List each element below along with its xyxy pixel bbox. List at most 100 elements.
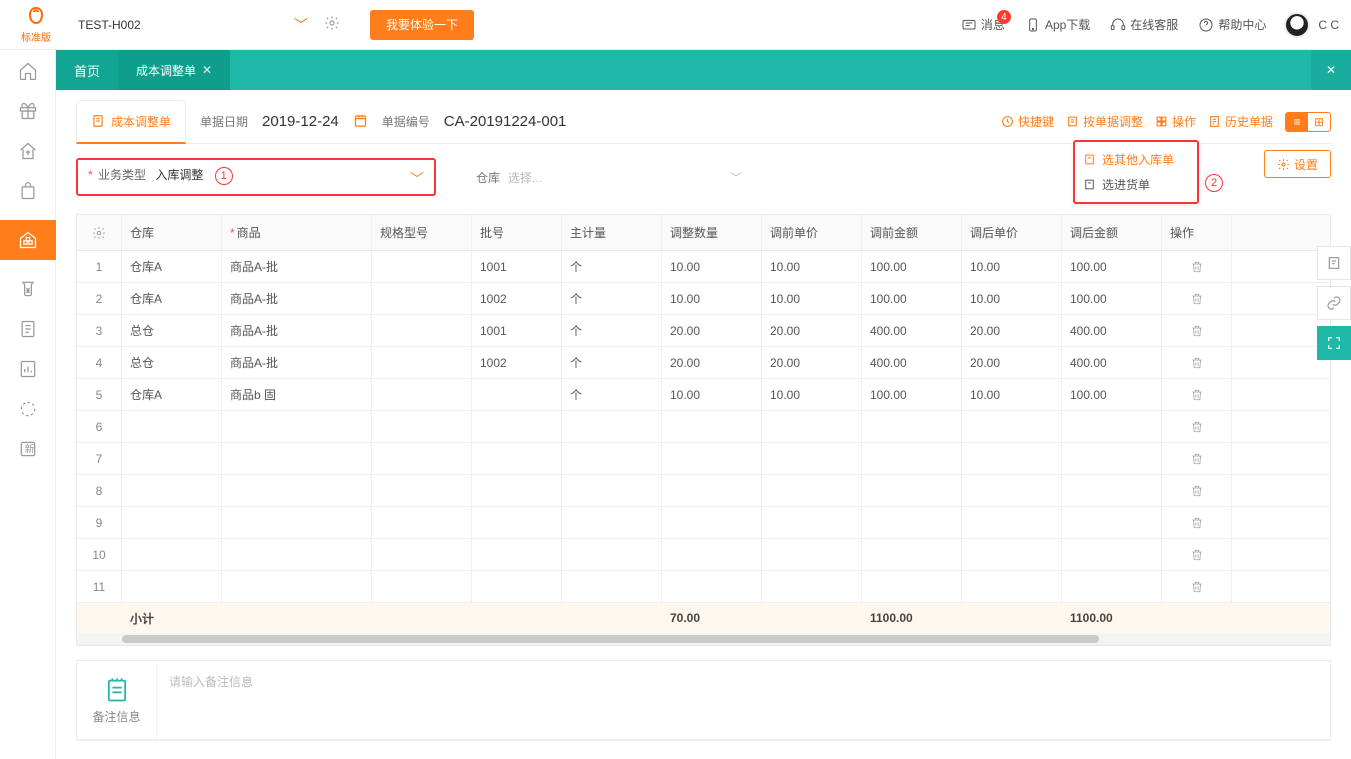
delete-row-icon[interactable] (1162, 347, 1232, 378)
col-header: 规格型号 (372, 215, 472, 250)
download-button[interactable]: App下载 (1025, 16, 1090, 33)
edition-label: 标准版 (21, 29, 51, 44)
messages-button[interactable]: 消息 4 (961, 16, 1005, 33)
nav-home-icon[interactable] (17, 60, 39, 82)
table-row[interactable]: 7 (77, 443, 1330, 475)
delete-row-icon[interactable] (1162, 507, 1232, 538)
nav-bag-icon[interactable] (17, 180, 39, 202)
grid-config-icon[interactable] (77, 215, 122, 250)
service-button[interactable]: 在线客服 (1110, 16, 1178, 33)
link-icon[interactable] (1317, 286, 1351, 320)
table-row[interactable]: 3总仓商品A-批1001个20.0020.00400.0020.00400.00 (77, 315, 1330, 347)
remark-input[interactable] (157, 661, 1330, 739)
chevron-down-icon: ﹀ (730, 169, 742, 186)
note-icon[interactable] (1317, 246, 1351, 280)
bill-select-popup: 选其他入库单 选进货单 (1073, 140, 1199, 204)
table-row[interactable]: 10 (77, 539, 1330, 571)
date-value[interactable]: 2019-12-24 (262, 113, 339, 130)
table-row[interactable]: 4总仓商品A-批1002个20.0020.00400.0020.00400.00 (77, 347, 1330, 379)
col-header: 调整数量 (662, 215, 762, 250)
calendar-icon[interactable] (353, 113, 368, 131)
delete-row-icon[interactable] (1162, 411, 1232, 442)
message-badge: 4 (997, 10, 1011, 24)
nav-up-icon[interactable] (17, 140, 39, 162)
close-all-tabs[interactable]: ✕ (1311, 50, 1351, 90)
tab-home[interactable]: 首页 (56, 50, 118, 90)
nav-report-icon[interactable] (17, 358, 39, 380)
shortcut-button[interactable]: 快捷键 (1001, 113, 1054, 130)
history-button[interactable]: 历史单据 (1208, 113, 1273, 130)
delete-row-icon[interactable] (1162, 475, 1232, 506)
grid: 仓库*商品规格型号批号主计量调整数量调前单价调前金额调后单价调后金额操作 1仓库… (76, 214, 1331, 646)
col-header: 调后单价 (962, 215, 1062, 250)
col-header: 调后金额 (1062, 215, 1162, 250)
doc-type-tab[interactable]: 成本调整单 (76, 100, 186, 144)
grid-header: 仓库*商品规格型号批号主计量调整数量调前单价调前金额调后单价调后金额操作 (77, 215, 1330, 251)
trial-button[interactable]: 我要体验一下 (370, 10, 474, 40)
document-header: 成本调整单 单据日期 2019-12-24 单据编号 CA-20191224-0… (76, 100, 1331, 144)
table-row[interactable]: 2仓库A商品A-批1002个10.0010.00100.0010.00100.0… (77, 283, 1330, 315)
ops-button[interactable]: 操作 (1155, 113, 1196, 130)
topbar: 标准版 TEST-H002 ﹀ 我要体验一下 消息 4 App下载 在线客服 帮… (0, 0, 1351, 50)
table-row[interactable]: 11 (77, 571, 1330, 603)
col-header: 调前金额 (862, 215, 962, 250)
chevron-down-icon: ﹀ (294, 15, 308, 35)
expand-icon[interactable] (1317, 326, 1351, 360)
table-row[interactable]: 8 (77, 475, 1330, 507)
h-scrollbar[interactable] (77, 633, 1330, 645)
docno-label: 单据编号 (382, 113, 430, 130)
nav-gift-icon[interactable] (17, 100, 39, 122)
delete-row-icon[interactable] (1162, 251, 1232, 282)
col-header: *商品 (222, 215, 372, 250)
table-row[interactable]: 1仓库A商品A-批1001个10.0010.00100.0010.00100.0… (77, 251, 1330, 283)
popup-purchase[interactable]: 选进货单 (1081, 172, 1191, 197)
delete-row-icon[interactable] (1162, 443, 1232, 474)
col-header: 主计量 (562, 215, 662, 250)
popup-other-inbound[interactable]: 选其他入库单 (1081, 147, 1191, 172)
grid-view-icon[interactable]: ⊞ (1308, 113, 1330, 131)
chevron-down-icon: ﹀ (410, 169, 424, 189)
tab-cost-adjust[interactable]: 成本调整单 ✕ (118, 50, 230, 90)
delete-row-icon[interactable] (1162, 539, 1232, 570)
svg-text:新: 新 (24, 442, 34, 455)
delete-row-icon[interactable] (1162, 315, 1232, 346)
grid-subtotal: 小计 70.00 1100.00 1100.00 (77, 603, 1330, 633)
filter-row: * 业务类型 入库调整 1 ﹀ 仓库 选择... ﹀ 选其他入库单 选进货单 2… (76, 144, 1331, 214)
logo: 标准版 (12, 5, 60, 44)
org-dropdown[interactable]: TEST-H002 ﹀ (68, 9, 318, 41)
docno-value: CA-20191224-001 (444, 113, 567, 130)
avatar[interactable] (1284, 12, 1310, 38)
close-icon[interactable]: ✕ (202, 63, 212, 77)
nav-doc-icon[interactable] (17, 318, 39, 340)
col-header: 操作 (1162, 215, 1232, 250)
nav-warehouse-icon[interactable] (0, 220, 56, 260)
nav-new-icon[interactable]: 新 (17, 438, 39, 460)
org-current: TEST-H002 (78, 18, 141, 32)
remark-section: 备注信息 (76, 660, 1331, 740)
page-tabs: 首页 成本调整单 ✕ ✕ (56, 50, 1351, 90)
nav-sync-icon[interactable] (17, 398, 39, 420)
nav-money-icon[interactable] (17, 278, 39, 300)
warehouse-select[interactable]: 仓库 选择... ﹀ (476, 169, 742, 186)
table-row[interactable]: 5仓库A商品b 固个10.0010.00100.0010.00100.00 (77, 379, 1330, 411)
help-button[interactable]: 帮助中心 (1198, 16, 1266, 33)
org-settings-icon[interactable] (324, 15, 340, 34)
view-toggle[interactable]: ≡⊞ (1285, 112, 1331, 132)
table-row[interactable]: 6 (77, 411, 1330, 443)
settings-button[interactable]: 设置 (1264, 150, 1331, 178)
annotation-2: 2 (1205, 174, 1223, 192)
delete-row-icon[interactable] (1162, 283, 1232, 314)
remark-icon: 备注信息 (77, 661, 157, 739)
col-header: 仓库 (122, 215, 222, 250)
table-row[interactable]: 9 (77, 507, 1330, 539)
delete-row-icon[interactable] (1162, 571, 1232, 602)
username: C C (1318, 18, 1339, 32)
annotation-1: 1 (215, 167, 233, 185)
list-view-icon[interactable]: ≡ (1286, 113, 1308, 131)
footer-actions: 放弃 保存草稿 保存▾ (76, 740, 1331, 759)
delete-row-icon[interactable] (1162, 379, 1232, 410)
biztype-select[interactable]: * 业务类型 入库调整 1 ﹀ (76, 158, 436, 196)
bybill-button[interactable]: 按单据调整 (1066, 113, 1143, 130)
date-label: 单据日期 (200, 113, 248, 130)
right-tools (1317, 246, 1351, 360)
